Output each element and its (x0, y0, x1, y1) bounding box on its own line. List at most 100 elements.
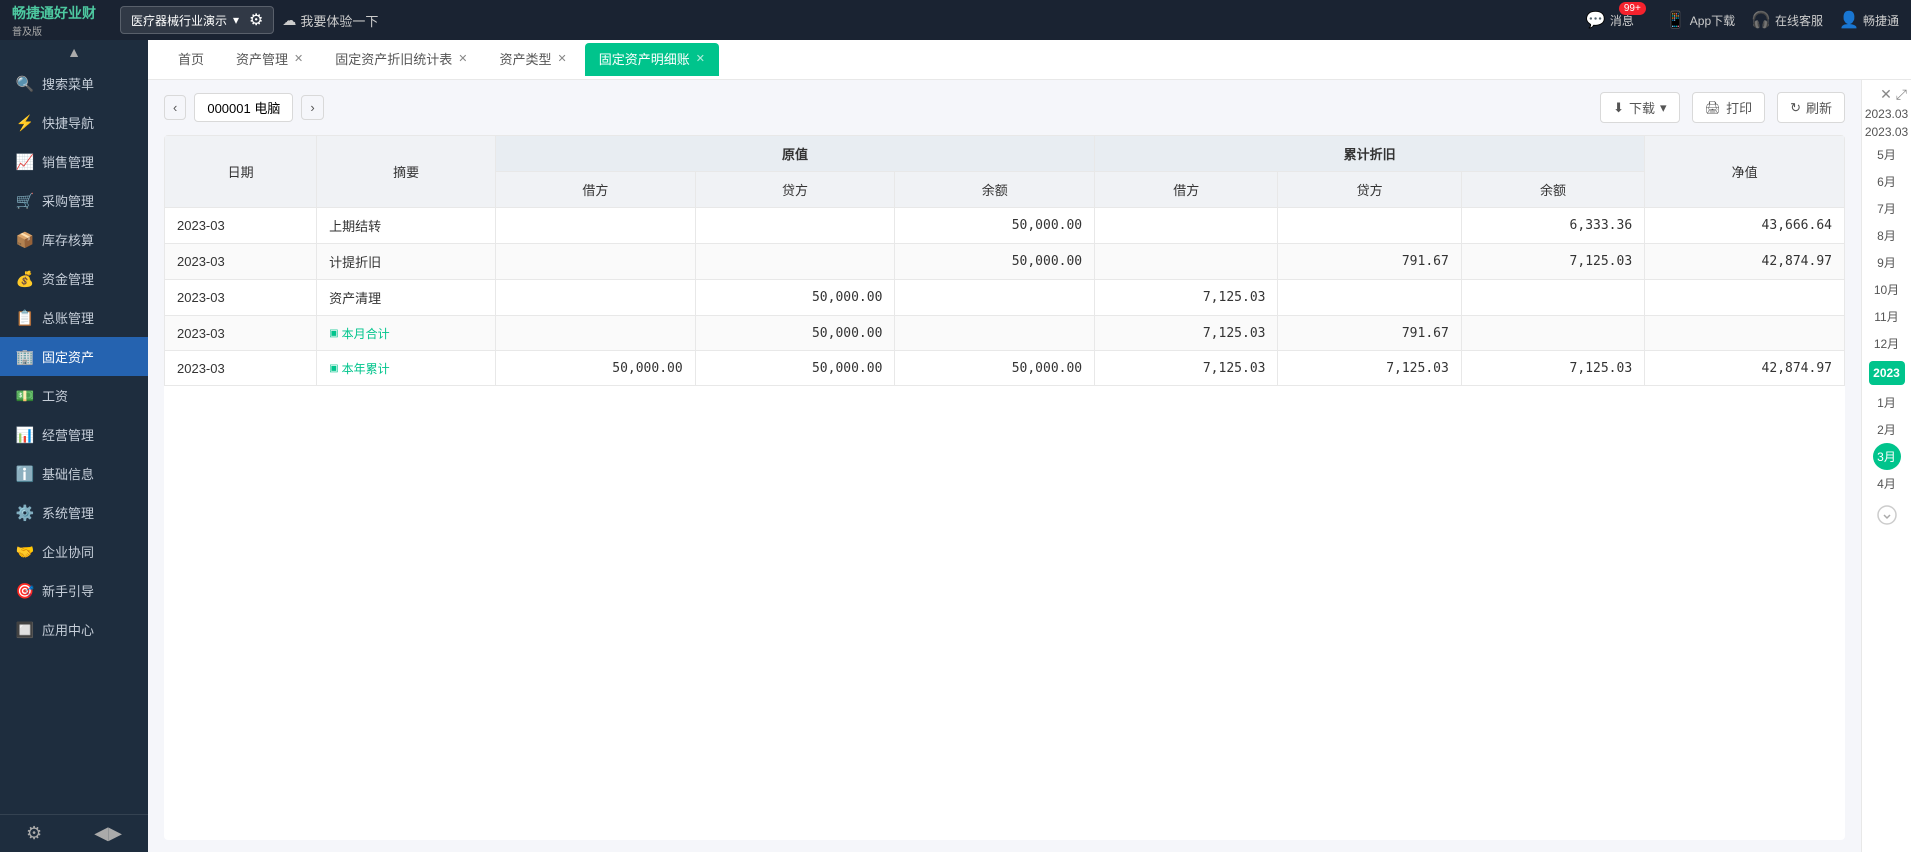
panel-expand-icon[interactable] (1877, 505, 1897, 528)
month-item[interactable]: 9月 (1868, 249, 1906, 276)
month-item[interactable]: 3月 (1873, 443, 1901, 470)
sidebar-item-search[interactable]: 🔍 搜索菜单 (0, 64, 148, 103)
download-button[interactable]: ⬇ 下载 ▾ (1600, 92, 1679, 123)
online-service-button[interactable]: 🎧 在线客服 (1751, 10, 1823, 30)
month-item[interactable]: 6月 (1868, 168, 1906, 195)
handshake-icon: 🤝 (16, 543, 34, 561)
panel-year-month-second: 2023.03 (1862, 123, 1911, 141)
app-logo: 畅捷通好业财 普及版 (12, 3, 96, 38)
panel-year-month-top: 2023.03 (1862, 105, 1911, 123)
col-net-value-header: 净值 (1645, 136, 1845, 208)
bar-chart-icon: 📊 (16, 426, 34, 444)
col-orig-balance: 余额 (895, 172, 1095, 208)
table-row: 2023-03本月合计50,000.007,125.03791.67 (165, 316, 1845, 351)
year-2023-badge: 2023 (1869, 361, 1905, 385)
col-acc-debit: 借方 (1095, 172, 1278, 208)
settings-button[interactable]: ⚙ (26, 823, 42, 844)
sidebar-item-sales[interactable]: 📈 销售管理 (0, 142, 148, 181)
sidebar-item-operations[interactable]: 📊 经营管理 (0, 415, 148, 454)
col-summary-header: 摘要 (317, 136, 496, 208)
sidebar-item-payroll[interactable]: 💵 工资 (0, 376, 148, 415)
settings-icon[interactable]: ⚙ (249, 10, 263, 30)
tab-bar: 首页 资产管理 ✕ 固定资产折旧统计表 ✕ 资产类型 ✕ 固定资产明细账 ✕ (148, 40, 1911, 80)
cart-icon: 🛒 (16, 192, 34, 210)
sidebar-item-capital[interactable]: 💰 资金管理 (0, 259, 148, 298)
sidebar-item-ledger[interactable]: 📋 总账管理 (0, 298, 148, 337)
col-accumulated-depreciation-header: 累计折旧 (1095, 136, 1645, 172)
month-item[interactable]: 12月 (1868, 330, 1906, 357)
tab-close-asset-mgmt[interactable]: ✕ (294, 52, 303, 65)
month-item[interactable]: 11月 (1868, 303, 1906, 330)
experience-button[interactable]: ☁ 我要体验一下 (282, 11, 378, 30)
top-header: 畅捷通好业财 普及版 医疗器械行业演示 ▾ ⚙ ☁ 我要体验一下 💬 消息 99… (0, 0, 1911, 40)
next-asset-button[interactable]: › (301, 95, 323, 120)
sidebar-item-system[interactable]: ⚙️ 系统管理 (0, 493, 148, 532)
tab-asset-type[interactable]: 资产类型 ✕ (485, 43, 580, 76)
scroll-up-button[interactable]: ▲ (67, 44, 81, 60)
months-list-2: 1月2月3月4月 (1868, 389, 1906, 497)
search-icon: 🔍 (16, 75, 34, 93)
user-avatar[interactable]: 👤 畅捷通 (1839, 10, 1899, 30)
messages-button[interactable]: 💬 消息 99+ (1586, 10, 1634, 30)
close-panel-button[interactable]: ✕ (1880, 86, 1892, 103)
box-icon: 📦 (16, 231, 34, 249)
table-row: 2023-03计提折旧50,000.00791.677,125.0342,874… (165, 244, 1845, 280)
sidebar-menu: 🔍 搜索菜单 ⚡ 快捷导航 📈 销售管理 🛒 采购管理 📦 库存核算 💰 (0, 64, 148, 814)
sidebar-item-apps[interactable]: 🔲 应用中心 (0, 610, 148, 649)
month-item[interactable]: 5月 (1868, 141, 1906, 168)
table-row: 2023-03资产清理50,000.007,125.03 (165, 280, 1845, 316)
tab-depreciation-table[interactable]: 固定资产折旧统计表 ✕ (321, 43, 481, 76)
tab-close-asset-detail[interactable]: ✕ (696, 52, 705, 65)
header-left: 畅捷通好业财 普及版 医疗器械行业演示 ▾ ⚙ ☁ 我要体验一下 (12, 3, 378, 38)
right-panel: ✕ ⤢ 2023.03 2023.03 5月6月7月8月9月10月11月12月 … (1861, 80, 1911, 852)
sidebar: ▲ 🔍 搜索菜单 ⚡ 快捷导航 📈 销售管理 🛒 采购管理 📦 库存核算 (0, 40, 148, 852)
table-row: 2023-03上期结转50,000.006,333.3643,666.64 (165, 208, 1845, 244)
right-panel-controls: ✕ ⤢ (1862, 84, 1911, 105)
col-original-value-header: 原值 (495, 136, 1094, 172)
sidebar-item-purchase[interactable]: 🛒 采购管理 (0, 181, 148, 220)
tab-asset-mgmt[interactable]: 资产管理 ✕ (222, 43, 317, 76)
month-item[interactable]: 1月 (1868, 389, 1906, 416)
sidebar-item-guide[interactable]: 🎯 新手引导 (0, 571, 148, 610)
month-item[interactable]: 7月 (1868, 195, 1906, 222)
month-item[interactable]: 10月 (1868, 276, 1906, 303)
sidebar-item-quick-nav[interactable]: ⚡ 快捷导航 (0, 103, 148, 142)
col-date-header: 日期 (165, 136, 317, 208)
expand-panel-button[interactable]: ⤢ (1896, 86, 1907, 103)
collapse-sidebar-button[interactable]: ◀▶ (94, 823, 122, 844)
tab-close-depreciation-table[interactable]: ✕ (458, 52, 467, 65)
main-content: ‹ 000001 电脑 › ⬇ 下载 ▾ 🖨 打印 (148, 80, 1861, 852)
table-row: 2023-03本年累计50,000.0050,000.0050,000.007,… (165, 351, 1845, 386)
col-orig-credit: 贷方 (695, 172, 895, 208)
app-download-button[interactable]: 📱 App下载 (1666, 10, 1735, 30)
sidebar-item-fixed-assets[interactable]: 🏢 固定资产 (0, 337, 148, 376)
content-area: 首页 资产管理 ✕ 固定资产折旧统计表 ✕ 资产类型 ✕ 固定资产明细账 ✕ (148, 40, 1911, 852)
month-item[interactable]: 2月 (1868, 416, 1906, 443)
company-selector[interactable]: 医疗器械行业演示 ▾ ⚙ (120, 6, 274, 34)
toolbar-row: ‹ 000001 电脑 › ⬇ 下载 ▾ 🖨 打印 (164, 92, 1845, 123)
sidebar-item-inventory[interactable]: 📦 库存核算 (0, 220, 148, 259)
money-icon: 💰 (16, 270, 34, 288)
building-icon: 🏢 (16, 348, 34, 366)
month-item[interactable]: 8月 (1868, 222, 1906, 249)
sidebar-item-enterprise[interactable]: 🤝 企业协同 (0, 532, 148, 571)
apps-icon: 🔲 (16, 621, 34, 639)
flash-icon: ⚡ (16, 114, 34, 132)
data-table-wrapper: 日期 摘要 原值 累计折旧 净值 借方 贷方 余额 借方 (164, 135, 1845, 840)
month-item[interactable]: 4月 (1868, 470, 1906, 497)
header-right: 💬 消息 99+ 📱 App下载 🎧 在线客服 👤 畅捷通 (1586, 10, 1899, 30)
toolbar-right: ⬇ 下载 ▾ 🖨 打印 ↻ 刷新 (1600, 92, 1845, 123)
print-button[interactable]: 🖨 打印 (1692, 92, 1766, 123)
refresh-icon: ↻ (1790, 100, 1801, 116)
sidebar-item-basic-info[interactable]: ℹ️ 基础信息 (0, 454, 148, 493)
refresh-button[interactable]: ↻ 刷新 (1777, 92, 1845, 123)
tab-close-asset-type[interactable]: ✕ (558, 52, 567, 65)
ledger-icon: 📋 (16, 309, 34, 327)
tab-home[interactable]: 首页 (164, 43, 218, 76)
tab-asset-detail[interactable]: 固定资产明细账 ✕ (585, 43, 719, 76)
guide-icon: 🎯 (16, 582, 34, 600)
ledger-table: 日期 摘要 原值 累计折旧 净值 借方 贷方 余额 借方 (164, 135, 1845, 386)
sidebar-scroll-up[interactable]: ▲ (0, 40, 148, 64)
prev-asset-button[interactable]: ‹ (164, 95, 186, 120)
col-orig-debit: 借方 (495, 172, 695, 208)
